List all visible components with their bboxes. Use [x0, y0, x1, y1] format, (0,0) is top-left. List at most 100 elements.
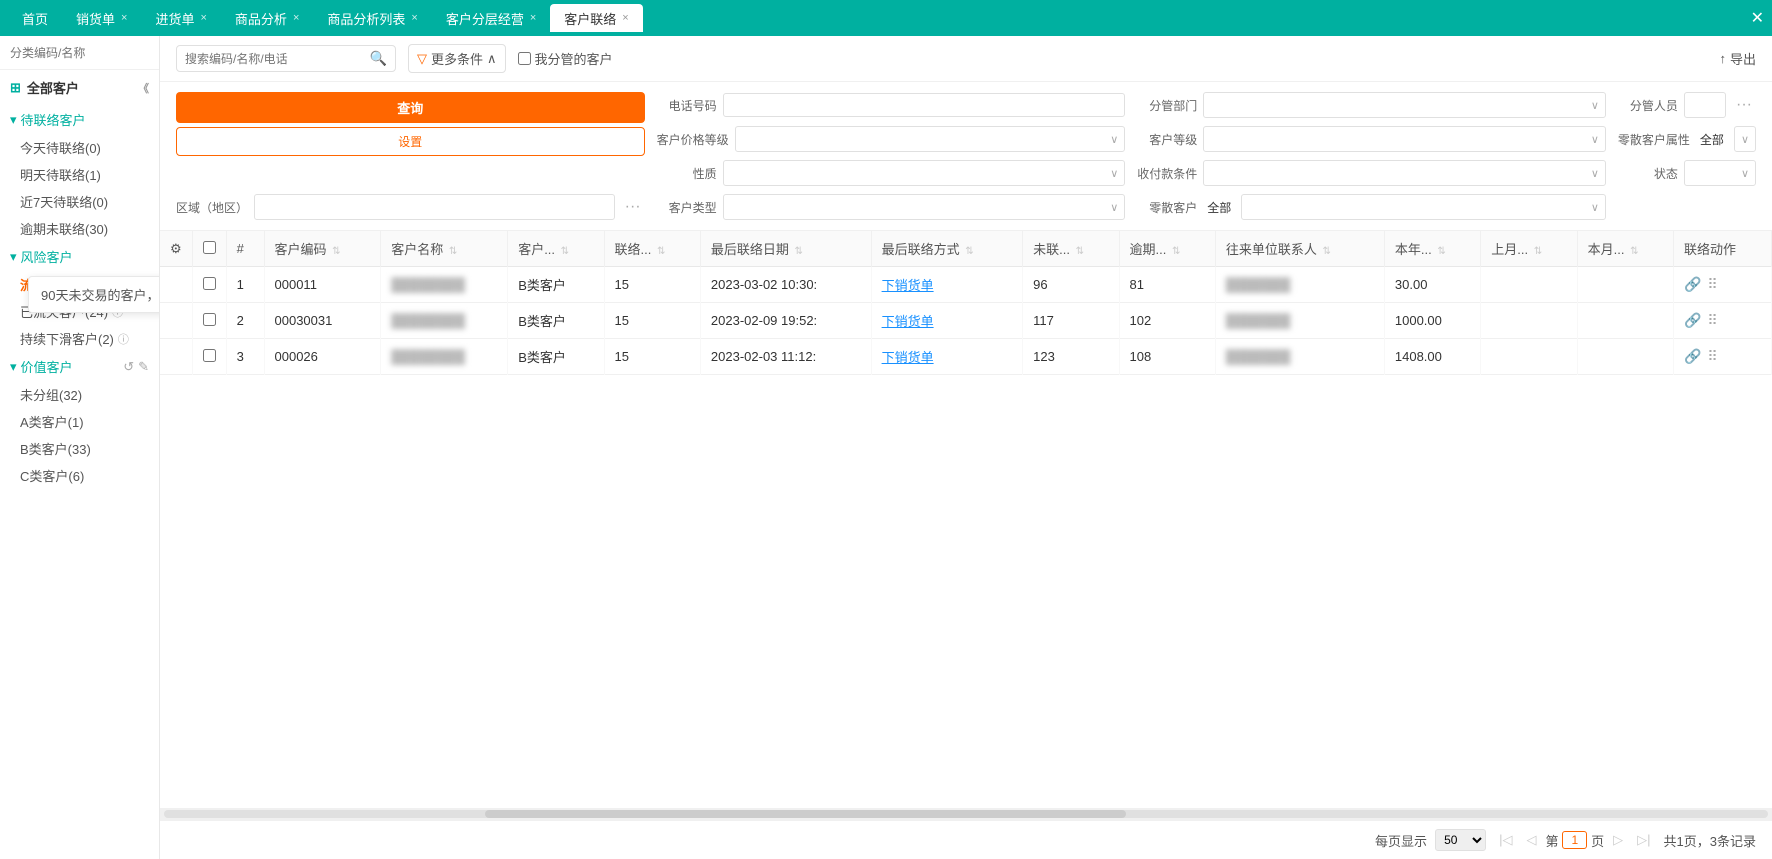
- status-select[interactable]: ∨: [1684, 160, 1756, 186]
- col-overdue[interactable]: 逾期... ⇅: [1119, 231, 1215, 267]
- sort-icon-last-date: ⇅: [795, 246, 803, 257]
- manager-dots[interactable]: ···: [1732, 96, 1756, 114]
- price-level-select[interactable]: ∨: [735, 126, 1126, 152]
- col-not-contacted[interactable]: 未联... ⇅: [1023, 231, 1119, 267]
- scrollbar-thumb[interactable]: [485, 810, 1127, 818]
- page-size-select[interactable]: 50 100 200: [1435, 829, 1486, 851]
- row-last-method-0[interactable]: 下销货单: [871, 267, 1023, 303]
- edit-icon[interactable]: ✎: [138, 359, 149, 375]
- query-button[interactable]: 查询: [176, 92, 645, 123]
- tab-purchase-close[interactable]: ×: [200, 12, 206, 24]
- tab-sales-close[interactable]: ×: [121, 12, 127, 24]
- my-customers-checkbox[interactable]: 我分管的客户: [518, 49, 613, 68]
- export-btn[interactable]: ↑ 导出: [1719, 49, 1756, 68]
- sidebar: 🔍 ⊞ 全部客户 《 ▾ 待联络客户 今天待联络(0) 明天待联络(1) 近7天…: [0, 36, 160, 859]
- first-page-btn[interactable]: |◁: [1494, 830, 1517, 850]
- search-box[interactable]: 🔍: [176, 45, 396, 72]
- sidebar-item-declining[interactable]: 持续下滑客户(2) ⓘ: [0, 325, 159, 352]
- nature-select[interactable]: ∨: [723, 160, 1126, 186]
- tab-analysis-list[interactable]: 商品分析列表 ×: [313, 4, 431, 32]
- search-input[interactable]: [185, 52, 370, 66]
- sidebar-search-input[interactable]: [10, 46, 160, 60]
- my-customers-check[interactable]: [518, 52, 531, 65]
- row-checkbox-0[interactable]: [192, 267, 226, 303]
- col-settings[interactable]: ⚙: [160, 231, 192, 267]
- tab-customer-contact-close[interactable]: ×: [622, 12, 628, 24]
- col-contact[interactable]: 联络... ⇅: [604, 231, 700, 267]
- row-check-2[interactable]: [203, 349, 216, 362]
- col-code[interactable]: 客户编码 ⇅: [264, 231, 381, 267]
- action-grid-2[interactable]: ⠿: [1707, 348, 1717, 365]
- sidebar-item-class-b[interactable]: B类客户(33): [0, 435, 159, 462]
- sidebar-search-box[interactable]: 🔍: [0, 36, 159, 70]
- col-type[interactable]: 客户... ⇅: [508, 231, 604, 267]
- sidebar-item-class-c[interactable]: C类客户(6): [0, 462, 159, 489]
- last-page-btn[interactable]: ▷|: [1632, 830, 1655, 850]
- customer-level-select[interactable]: ∨: [1203, 126, 1606, 152]
- horizontal-scrollbar[interactable]: [160, 808, 1772, 820]
- sidebar-item-overdue-contact[interactable]: 逾期未联络(30): [0, 215, 159, 242]
- refresh-icon[interactable]: ↺: [123, 359, 134, 375]
- sidebar-item-class-a[interactable]: A类客户(1): [0, 408, 159, 435]
- row-checkbox-2[interactable]: [192, 339, 226, 375]
- manager-select[interactable]: [1684, 92, 1726, 118]
- sidebar-section-risk[interactable]: ▾ 风险客户: [0, 242, 159, 271]
- tab-home[interactable]: 首页: [8, 4, 62, 32]
- row-this-year-2: 1408.00: [1384, 339, 1480, 375]
- sidebar-item-week[interactable]: 近7天待联络(0): [0, 188, 159, 215]
- row-unit-contact-1: ███████: [1215, 303, 1384, 339]
- prev-page-btn[interactable]: ◁: [1521, 830, 1541, 850]
- phone-input[interactable]: [723, 93, 1126, 117]
- sidebar-item-today[interactable]: 今天待联络(0): [0, 134, 159, 161]
- action-link-0[interactable]: 🔗: [1684, 276, 1701, 293]
- manager-label: 分管人员: [1618, 97, 1678, 114]
- retail-attr-select[interactable]: ∨: [1734, 126, 1756, 152]
- tab-analysis-list-close[interactable]: ×: [411, 12, 417, 24]
- next-page-btn[interactable]: ▷: [1608, 830, 1628, 850]
- select-all-checkbox[interactable]: [203, 241, 216, 254]
- row-last-method-1[interactable]: 下销货单: [871, 303, 1023, 339]
- col-last-date[interactable]: 最后联络日期 ⇅: [700, 231, 871, 267]
- col-last-method[interactable]: 最后联络方式 ⇅: [871, 231, 1023, 267]
- tab-customer-contact[interactable]: 客户联络 ×: [550, 4, 642, 32]
- row-last-method-2[interactable]: 下销货单: [871, 339, 1023, 375]
- payment-select[interactable]: ∨: [1203, 160, 1606, 186]
- row-contact-2: 15: [604, 339, 700, 375]
- tab-sales[interactable]: 销货单 ×: [62, 4, 141, 32]
- col-this-month[interactable]: 本月... ⇅: [1577, 231, 1673, 267]
- sidebar-section-pending[interactable]: ▾ 待联络客户: [0, 105, 159, 134]
- tab-analysis[interactable]: 商品分析 ×: [221, 4, 313, 32]
- sidebar-section-value[interactable]: ▾ 价值客户 ↺ ✎: [0, 352, 159, 381]
- sort-icon-last-method: ⇅: [965, 246, 973, 257]
- more-conditions-btn[interactable]: ▽ 更多条件 ∧: [408, 44, 506, 73]
- tab-analysis-close[interactable]: ×: [293, 12, 299, 24]
- sidebar-item-tomorrow[interactable]: 明天待联络(1): [0, 161, 159, 188]
- close-window-button[interactable]: ✕: [1751, 8, 1764, 28]
- region-dots[interactable]: ···: [621, 198, 645, 216]
- col-checkbox[interactable]: [192, 231, 226, 267]
- region-select[interactable]: [254, 194, 615, 220]
- customer-type-select[interactable]: ∨: [723, 194, 1126, 220]
- tab-customer-segment-label: 客户分层经营: [446, 9, 524, 28]
- sidebar-item-unsorted[interactable]: 未分组(32): [0, 381, 159, 408]
- action-link-1[interactable]: 🔗: [1684, 312, 1701, 329]
- row-check-0[interactable]: [203, 277, 216, 290]
- retail-customer-select[interactable]: ∨: [1241, 194, 1606, 220]
- col-name[interactable]: 客户名称 ⇅: [381, 231, 508, 267]
- action-link-2[interactable]: 🔗: [1684, 348, 1701, 365]
- col-unit-contact[interactable]: 往来单位联系人 ⇅: [1215, 231, 1384, 267]
- col-this-month-label: 本月...: [1588, 242, 1625, 257]
- tab-customer-segment-close[interactable]: ×: [530, 12, 536, 24]
- settings-button[interactable]: 设置: [176, 127, 645, 156]
- action-grid-1[interactable]: ⠿: [1707, 312, 1717, 329]
- col-last-month[interactable]: 上月... ⇅: [1481, 231, 1577, 267]
- action-grid-0[interactable]: ⠿: [1707, 276, 1717, 293]
- row-checkbox-1[interactable]: [192, 303, 226, 339]
- search-icon[interactable]: 🔍: [370, 50, 387, 67]
- tab-customer-segment[interactable]: 客户分层经营 ×: [432, 4, 550, 32]
- col-this-year[interactable]: 本年... ⇅: [1384, 231, 1480, 267]
- dept-select[interactable]: ∨: [1203, 92, 1606, 118]
- all-customers-header[interactable]: ⊞ 全部客户 《: [0, 70, 159, 105]
- tab-purchase[interactable]: 进货单 ×: [141, 4, 220, 32]
- row-check-1[interactable]: [203, 313, 216, 326]
